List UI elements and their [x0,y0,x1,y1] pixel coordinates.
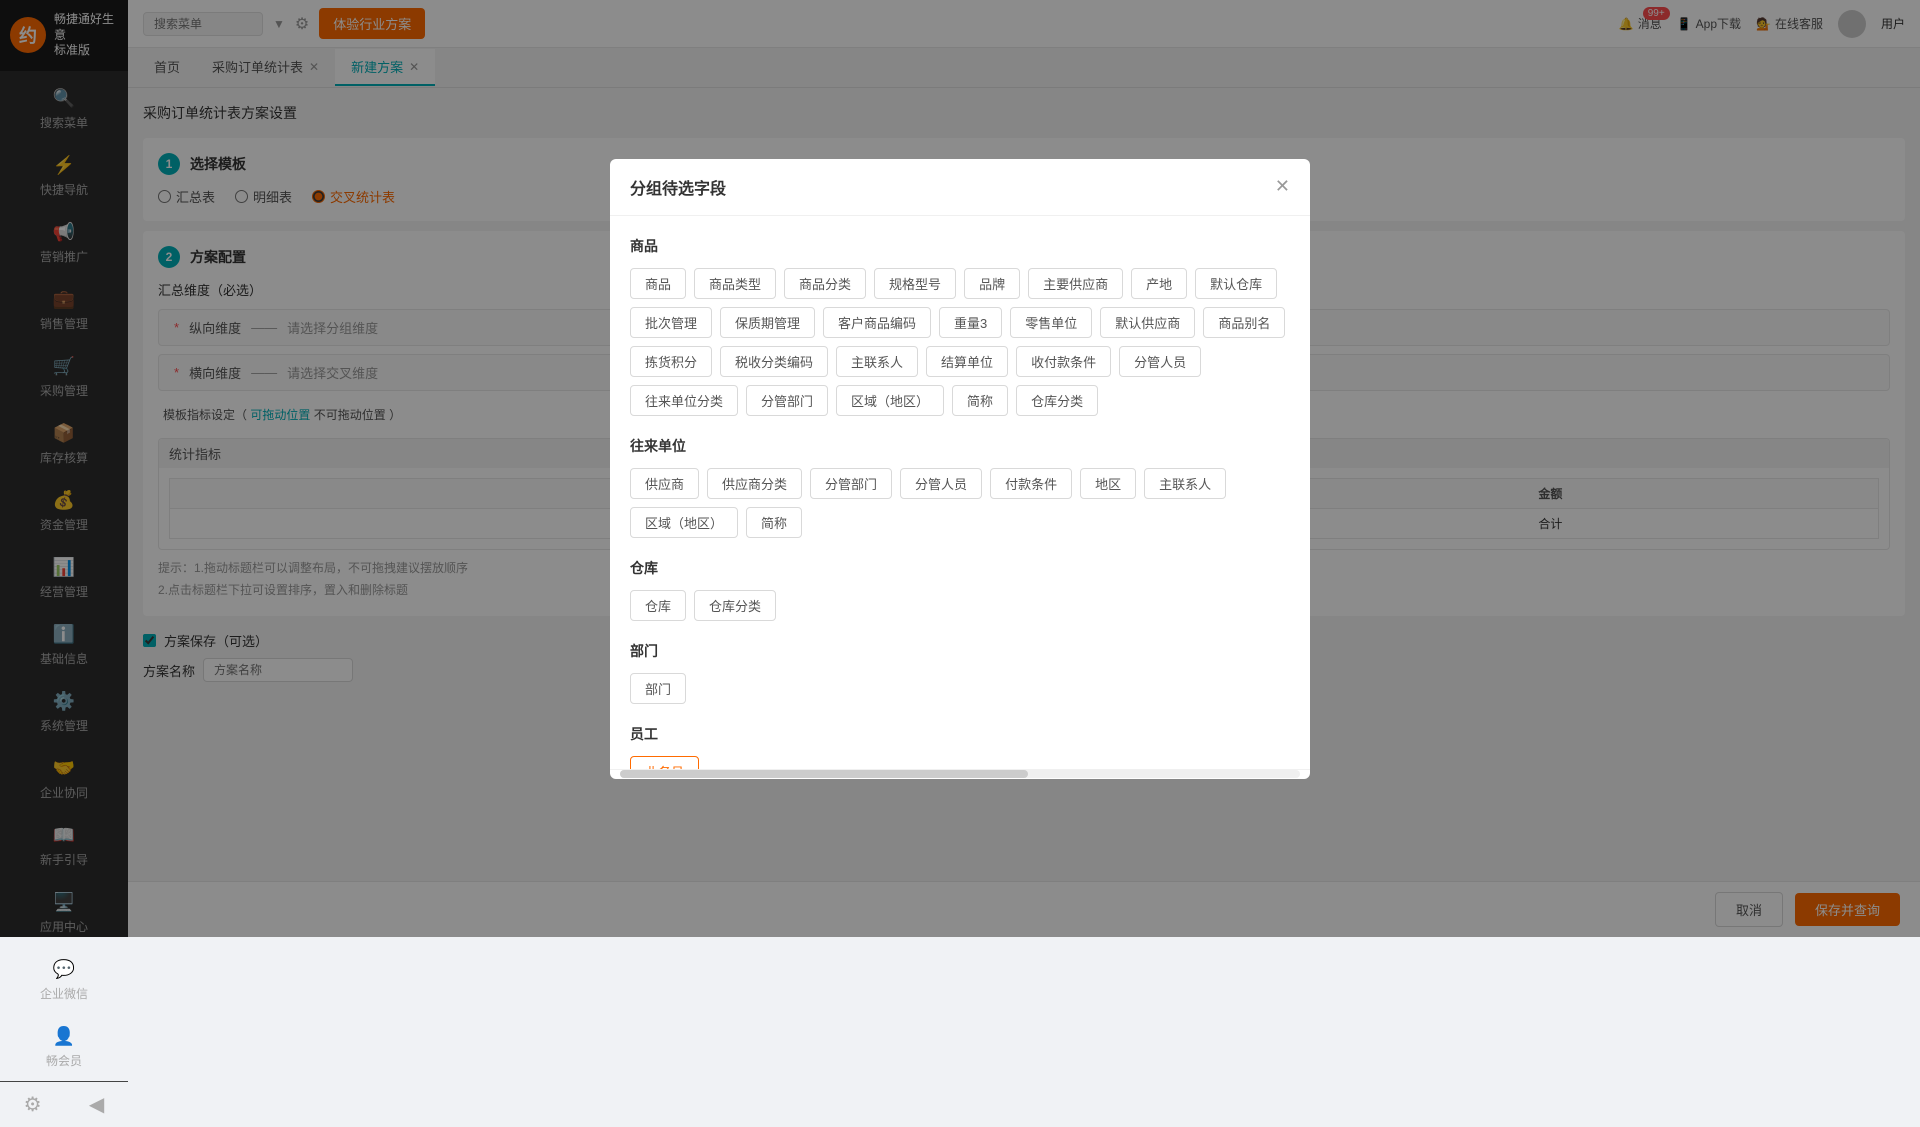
field-tag-1-7[interactable]: 区域（地区） [630,507,738,538]
collapse-icon[interactable]: ◀ [89,1092,104,1117]
field-tag-0-16[interactable]: 税收分类编码 [720,346,828,377]
modal-section-tags-3: 部门 [630,673,1290,704]
modal: 分组待选字段 ✕ 商品商品商品类型商品分类规格型号品牌主要供应商产地默认仓库批次… [610,159,1310,779]
field-tag-2-0[interactable]: 仓库 [630,590,686,621]
modal-section-tags-2: 仓库仓库分类 [630,590,1290,621]
field-tag-0-24[interactable]: 简称 [952,385,1008,416]
field-tag-0-22[interactable]: 分管部门 [746,385,828,416]
field-tag-0-6[interactable]: 产地 [1131,268,1187,299]
modal-section-title-2: 仓库 [630,558,1290,578]
field-tag-0-7[interactable]: 默认仓库 [1195,268,1277,299]
modal-section-title-3: 部门 [630,641,1290,661]
modal-section-tags-1: 供应商供应商分类分管部门分管人员付款条件地区主联系人区域（地区） 简称 [630,468,1290,538]
sidebar-bottom: ⚙ ◀ [0,1081,128,1127]
field-tag-0-3[interactable]: 规格型号 [874,268,956,299]
field-tag-0-18[interactable]: 结算单位 [926,346,1008,377]
modal-section-4: 员工业务员 [630,724,1290,769]
field-tag-0-2[interactable]: 商品分类 [784,268,866,299]
field-tag-1-1[interactable]: 供应商分类 [707,468,802,499]
field-tag-0-19[interactable]: 收付款条件 [1016,346,1111,377]
field-tag-1-4[interactable]: 付款条件 [990,468,1072,499]
sidebar-item-member[interactable]: 👤 畅会员 [0,1014,128,1081]
modal-section-title-1: 往来单位 [630,436,1290,456]
field-tag-1-6[interactable]: 主联系人 [1144,468,1226,499]
field-tag-0-25[interactable]: 仓库分类 [1016,385,1098,416]
field-tag-1-3[interactable]: 分管人员 [900,468,982,499]
field-tag-1-5[interactable]: 地区 [1080,468,1136,499]
modal-section-title-4: 员工 [630,724,1290,744]
modal-section-2: 仓库仓库仓库分类 [630,558,1290,621]
modal-section-title-0: 商品 [630,236,1290,256]
modal-body[interactable]: 商品商品商品类型商品分类规格型号品牌主要供应商产地默认仓库批次管理保质期管理客户… [610,216,1310,769]
modal-overlay: 分组待选字段 ✕ 商品商品商品类型商品分类规格型号品牌主要供应商产地默认仓库批次… [0,0,1920,937]
modal-title: 分组待选字段 [630,175,726,199]
field-tag-1-0[interactable]: 供应商 [630,468,699,499]
field-tag-0-9[interactable]: 保质期管理 [720,307,815,338]
wechat-icon: 💬 [53,959,75,980]
field-tag-1-2[interactable]: 分管部门 [810,468,892,499]
field-tag-0-10[interactable]: 客户商品编码 [823,307,931,338]
field-tag-0-0[interactable]: 商品 [630,268,686,299]
modal-hscroll[interactable] [610,769,1310,779]
field-tag-2-1[interactable]: 仓库分类 [694,590,776,621]
field-tag-0-1[interactable]: 商品类型 [694,268,776,299]
field-tag-0-13[interactable]: 默认供应商 [1100,307,1195,338]
field-tag-0-12[interactable]: 零售单位 [1010,307,1092,338]
member-icon: 👤 [53,1026,75,1047]
modal-section-3: 部门部门 [630,641,1290,704]
field-tag-0-4[interactable]: 品牌 [964,268,1020,299]
field-tag-0-23[interactable]: 区域（地区） [836,385,944,416]
modal-section-0: 商品商品商品类型商品分类规格型号品牌主要供应商产地默认仓库批次管理保质期管理客户… [630,236,1290,416]
field-tag-0-20[interactable]: 分管人员 [1119,346,1201,377]
field-tag-0-15[interactable]: 拣货积分 [630,346,712,377]
field-tag-1-8[interactable]: 简称 [746,507,802,538]
field-tag-0-5[interactable]: 主要供应商 [1028,268,1123,299]
field-tag-0-17[interactable]: 主联系人 [836,346,918,377]
modal-section-tags-4: 业务员 [630,756,1290,769]
field-tag-3-0[interactable]: 部门 [630,673,686,704]
field-tag-0-11[interactable]: 重量3 [939,307,1002,338]
modal-header: 分组待选字段 ✕ [610,159,1310,216]
field-tag-0-14[interactable]: 商品别名 [1203,307,1285,338]
modal-close-icon[interactable]: ✕ [1275,176,1290,197]
modal-section-tags-0: 商品商品类型商品分类规格型号品牌主要供应商产地默认仓库批次管理保质期管理客户商品… [630,268,1290,416]
settings-bottom-icon[interactable]: ⚙ [24,1092,42,1117]
modal-section-1: 往来单位供应商供应商分类分管部门分管人员付款条件地区主联系人区域（地区） 简称 [630,436,1290,538]
field-tag-0-21[interactable]: 往来单位分类 [630,385,738,416]
field-tag-4-0[interactable]: 业务员 [630,756,699,769]
field-tag-0-8[interactable]: 批次管理 [630,307,712,338]
sidebar-item-wechat[interactable]: 💬 企业微信 [0,947,128,1014]
